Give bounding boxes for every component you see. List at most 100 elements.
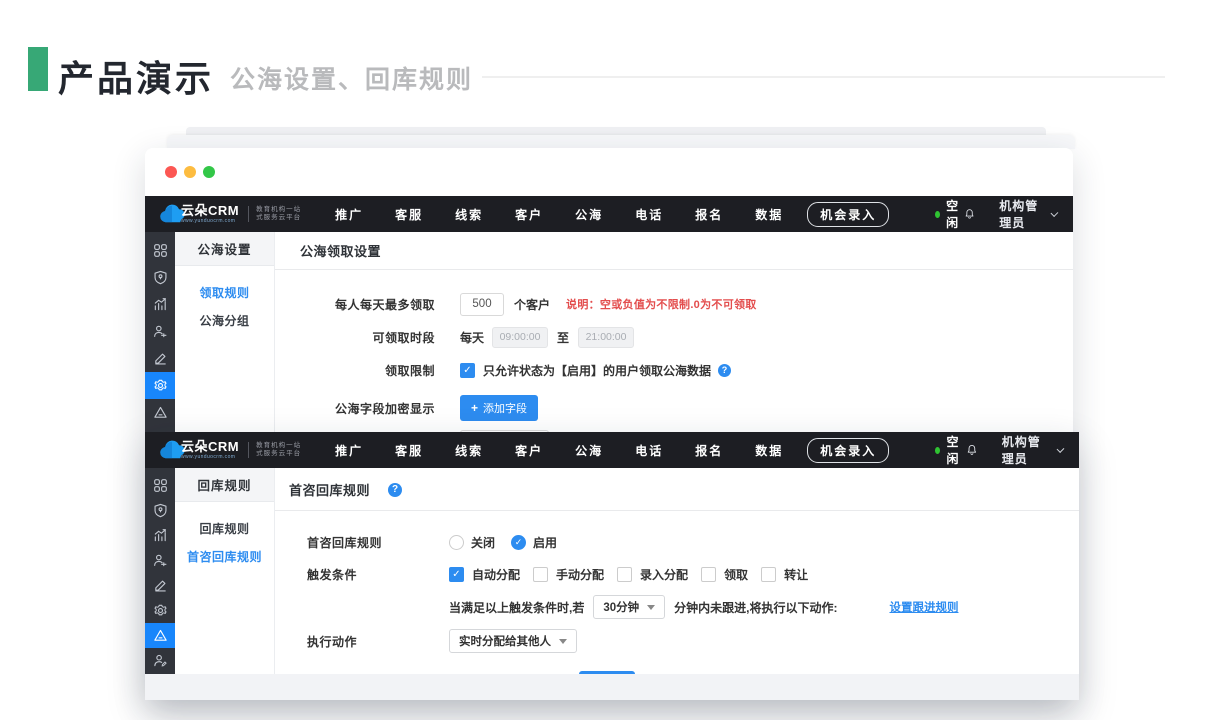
sidebar-shield-icon[interactable] bbox=[145, 498, 175, 523]
agent-status[interactable]: 空闲 bbox=[935, 197, 964, 231]
nav-item-customers[interactable]: 客户 bbox=[499, 206, 559, 223]
panel-item-return-rules[interactable]: 回库规则 bbox=[175, 514, 274, 542]
rule-switch-row: 首咨回库规则 关闭 启用 bbox=[307, 531, 1079, 553]
return-rules-content: 首咨回库规则 ? 首咨回库规则 关闭 启用 触发条件 bbox=[275, 468, 1079, 674]
panel-item-claim-rules[interactable]: 领取规则 bbox=[175, 278, 274, 306]
max-claim-label: 每人每天最多领取 bbox=[334, 297, 435, 312]
user-menu[interactable]: 机构管理员 bbox=[1001, 433, 1065, 467]
nav-item-customers[interactable]: 客户 bbox=[499, 442, 559, 459]
action-row: 执行动作 实时分配给其他人 bbox=[307, 629, 1079, 653]
brand-name: 云朵CRM bbox=[181, 203, 240, 218]
nav-item-service[interactable]: 客服 bbox=[379, 442, 439, 459]
trigger-auto-assign-checkbox[interactable] bbox=[449, 566, 464, 582]
brand-logo[interactable]: 云朵CRM www.yunduocrm.com 教育机构一站 式服务云平台 bbox=[157, 439, 301, 461]
action-label: 执行动作 bbox=[307, 634, 358, 649]
trigger-transfer-checkbox[interactable] bbox=[761, 566, 777, 582]
trigger-claim-checkbox[interactable] bbox=[701, 566, 717, 582]
claim-time-prefix: 每天 bbox=[460, 330, 485, 345]
field-mask-row: 公海字段加密显示 + 添加字段 bbox=[275, 395, 1073, 421]
sidebar-triangle-icon[interactable] bbox=[145, 399, 175, 426]
claim-limit-text: 只允许状态为【启用】的用户领取公海数据 bbox=[483, 363, 712, 378]
notification-bell-icon[interactable] bbox=[966, 442, 978, 458]
nav-item-leads[interactable]: 线索 bbox=[439, 442, 499, 459]
maximize-traffic-light[interactable] bbox=[203, 166, 215, 178]
sidebar-triangle-icon[interactable] bbox=[145, 623, 175, 648]
nav-item-pool[interactable]: 公海 bbox=[559, 442, 619, 459]
nav-item-data[interactable]: 数据 bbox=[739, 206, 799, 223]
nav-item-phone[interactable]: 电话 bbox=[619, 206, 679, 223]
add-field-button-label: 添加字段 bbox=[483, 403, 528, 415]
trigger-claim-label: 领取 bbox=[724, 567, 749, 582]
nav-item-promotion[interactable]: 推广 bbox=[319, 206, 379, 223]
logo-divider bbox=[248, 442, 250, 458]
user-name: 机构管理员 bbox=[1001, 435, 1041, 466]
notification-bell-icon[interactable] bbox=[964, 206, 975, 222]
opportunity-entry-button[interactable]: 机会录入 bbox=[807, 437, 890, 463]
window-footer-strip bbox=[145, 674, 1079, 700]
nav-item-leads[interactable]: 线索 bbox=[439, 206, 499, 223]
timeout-select[interactable]: 30分钟 bbox=[593, 595, 666, 619]
panel-item-first-consult-return[interactable]: 首咨回库规则 bbox=[175, 542, 274, 570]
plus-icon: + bbox=[471, 401, 479, 415]
close-traffic-light[interactable] bbox=[165, 166, 177, 178]
nav-item-data[interactable]: 数据 bbox=[739, 442, 799, 459]
sidebar-gear-icon[interactable] bbox=[145, 372, 175, 399]
nav-item-signup[interactable]: 报名 bbox=[679, 442, 739, 459]
condition-row: 当满足以上触发条件时,若 30分钟 分钟内未跟进,将执行以下动作: 设置跟进规则 bbox=[449, 595, 1079, 619]
page-subtitle: 公海设置、回库规则 bbox=[230, 66, 474, 94]
sidebar-user-follow-icon[interactable] bbox=[145, 318, 175, 345]
nav-item-promotion[interactable]: 推广 bbox=[319, 442, 379, 459]
trigger-label: 触发条件 bbox=[307, 567, 358, 582]
nav-item-signup[interactable]: 报名 bbox=[679, 206, 739, 223]
logo-divider bbox=[248, 206, 250, 222]
chevron-down-icon bbox=[1051, 208, 1059, 217]
status-dot-icon bbox=[935, 446, 941, 454]
content-title: 公海领取设置 bbox=[300, 244, 382, 259]
rule-off-radio[interactable] bbox=[449, 534, 464, 550]
trigger-entry-assign-checkbox[interactable] bbox=[617, 566, 633, 582]
action-select[interactable]: 实时分配给其他人 bbox=[449, 629, 577, 653]
nav-item-pool[interactable]: 公海 bbox=[559, 206, 619, 223]
sidebar-apps-grid-icon[interactable] bbox=[145, 473, 175, 498]
user-menu[interactable]: 机构管理员 bbox=[999, 197, 1059, 231]
tagline-line2: 式服务云平台 bbox=[256, 214, 302, 221]
sidebar-analytics-icon[interactable] bbox=[145, 291, 175, 318]
rule-switch-label: 首咨回库规则 bbox=[307, 535, 383, 550]
time-to-input[interactable]: 21:00:00 bbox=[578, 326, 635, 348]
claim-limit-checkbox[interactable] bbox=[460, 362, 475, 378]
rule-on-label: 启用 bbox=[533, 535, 558, 550]
trigger-manual-assign-checkbox[interactable] bbox=[533, 566, 549, 582]
sidebar-shield-icon[interactable] bbox=[145, 264, 175, 291]
max-claim-input[interactable] bbox=[460, 292, 504, 316]
tagline-line1: 教育机构一站 bbox=[256, 205, 302, 213]
minimize-traffic-light[interactable] bbox=[184, 166, 196, 178]
time-from-input[interactable]: 09:00:00 bbox=[492, 326, 549, 348]
opportunity-entry-button[interactable]: 机会录入 bbox=[807, 201, 890, 227]
nav-item-service[interactable]: 客服 bbox=[379, 206, 439, 223]
add-field-button[interactable]: + 添加字段 bbox=[460, 395, 539, 421]
sidebar-signature-icon[interactable] bbox=[145, 345, 175, 372]
top-navbar: 云朵CRM www.yunduocrm.com 教育机构一站 式服务云平台 推广… bbox=[145, 196, 1073, 232]
sidebar-user-edit-icon[interactable] bbox=[145, 648, 175, 673]
claim-limit-row: 领取限制 只允许状态为【启用】的用户领取公海数据 ? bbox=[275, 358, 1073, 382]
sidebar-analytics-icon[interactable] bbox=[145, 523, 175, 548]
nav-menu: 推广 客服 线索 客户 公海 电话 报名 数据 bbox=[319, 206, 799, 223]
stacked-window-strip bbox=[167, 135, 1075, 149]
window-titlebar bbox=[145, 148, 1073, 196]
status-dot-icon bbox=[935, 210, 941, 218]
rule-on-radio[interactable] bbox=[511, 534, 527, 550]
brand-logo[interactable]: 云朵CRM www.yunduocrm.com 教育机构一站 式服务云平台 bbox=[157, 203, 301, 225]
help-icon[interactable]: ? bbox=[718, 363, 732, 377]
nav-item-phone[interactable]: 电话 bbox=[619, 442, 679, 459]
status-label: 空闲 bbox=[946, 435, 960, 466]
agent-status[interactable]: 空闲 bbox=[935, 433, 966, 467]
panel-item-pool-groups[interactable]: 公海分组 bbox=[175, 306, 274, 334]
sidebar-apps-grid-icon[interactable] bbox=[145, 237, 175, 264]
help-icon[interactable]: ? bbox=[388, 482, 403, 497]
rule-off-label: 关闭 bbox=[471, 535, 496, 550]
sidebar-signature-icon[interactable] bbox=[145, 573, 175, 598]
follow-up-rules-link[interactable]: 设置跟进规则 bbox=[889, 599, 958, 615]
sidebar-user-follow-icon[interactable] bbox=[145, 548, 175, 573]
nav-menu: 推广 客服 线索 客户 公海 电话 报名 数据 bbox=[319, 442, 799, 459]
sidebar-gear-icon[interactable] bbox=[145, 598, 175, 623]
